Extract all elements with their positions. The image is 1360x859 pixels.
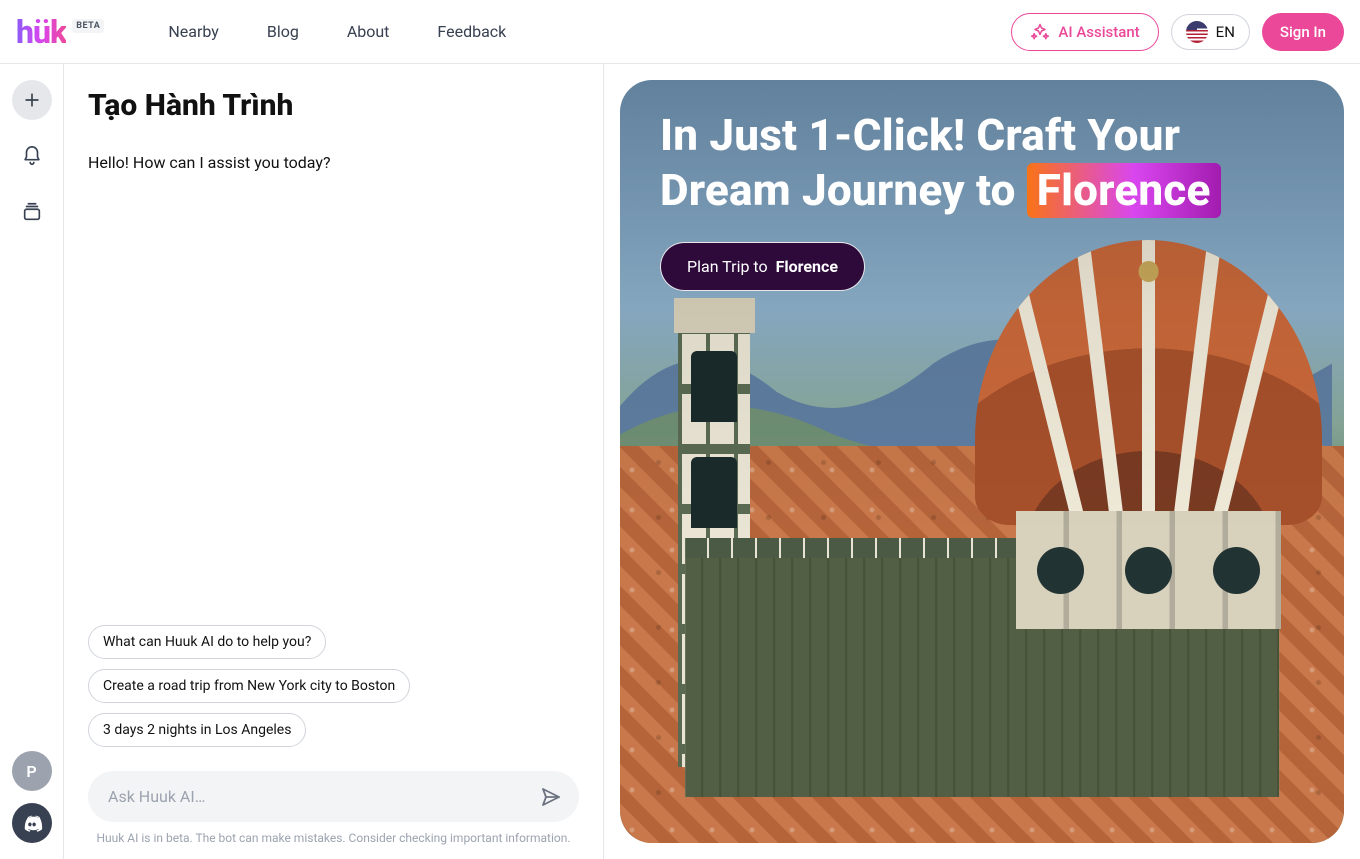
chat-greeting: Hello! How can I assist you today? (88, 151, 579, 175)
stack-icon (21, 201, 43, 223)
suggestion-chip[interactable]: 3 days 2 nights in Los Angeles (88, 713, 306, 747)
hero-title: In Just 1-Click! Craft Your Dream Journe… (660, 108, 1304, 218)
nav-item-feedback[interactable]: Feedback (413, 14, 530, 49)
chat-input[interactable] (88, 771, 579, 822)
hero-destination-highlight: Florence (1027, 163, 1221, 218)
chat-disclaimer: Huuk AI is in beta. The bot can make mis… (88, 830, 579, 847)
hero-content: In Just 1-Click! Craft Your Dream Journe… (660, 108, 1304, 291)
chat-panel: Tạo Hành Trình Hello! How can I assist y… (64, 64, 604, 859)
language-switcher[interactable]: EN (1171, 14, 1250, 50)
sign-in-button[interactable]: Sign In (1262, 13, 1344, 51)
chat-input-row (88, 771, 579, 822)
rail-bottom: P (12, 751, 52, 843)
logo-text: hük (16, 13, 66, 51)
main-nav: Nearby Blog About Feedback (144, 14, 530, 49)
hero-panel: In Just 1-Click! Craft Your Dream Journe… (620, 80, 1344, 843)
suggestion-chip[interactable]: What can Huuk AI do to help you? (88, 625, 326, 659)
header-right: AI Assistant EN Sign In (1011, 13, 1344, 51)
plan-trip-prefix: Plan Trip to (687, 257, 768, 276)
top-header: hük BETA Nearby Blog About Feedback AI A… (0, 0, 1360, 64)
beta-badge: BETA (72, 19, 104, 33)
nav-item-nearby[interactable]: Nearby (144, 14, 243, 49)
collections-button[interactable] (12, 192, 52, 232)
send-icon (539, 785, 563, 809)
sparkle-icon (1030, 22, 1050, 42)
plan-trip-button[interactable]: Plan Trip to Florence (660, 242, 865, 291)
discord-icon (21, 812, 43, 834)
logo[interactable]: hük BETA (16, 13, 104, 51)
ai-assistant-button[interactable]: AI Assistant (1011, 13, 1158, 51)
send-button[interactable] (539, 785, 563, 809)
bell-icon (21, 145, 43, 167)
flag-us-icon (1186, 21, 1208, 43)
hero-title-line2-prefix: Dream Journey to (660, 164, 1016, 216)
plan-trip-destination: Florence (776, 257, 838, 276)
left-rail: P (0, 64, 64, 859)
new-trip-button[interactable] (12, 80, 52, 120)
suggestion-list: What can Huuk AI do to help you? Create … (88, 625, 579, 747)
chat-title: Tạo Hành Trình (88, 88, 579, 123)
suggestion-chip[interactable]: Create a road trip from New York city to… (88, 669, 410, 703)
ai-assistant-label: AI Assistant (1058, 23, 1139, 41)
nav-item-about[interactable]: About (323, 14, 414, 49)
profile-avatar[interactable]: P (12, 751, 52, 791)
chat-history-area (88, 175, 579, 625)
notifications-button[interactable] (12, 136, 52, 176)
hero-title-line1: In Just 1-Click! Craft Your (660, 109, 1180, 161)
language-label: EN (1216, 23, 1235, 41)
plus-icon (22, 90, 42, 110)
discord-button[interactable] (12, 803, 52, 843)
nav-item-blog[interactable]: Blog (243, 14, 323, 49)
